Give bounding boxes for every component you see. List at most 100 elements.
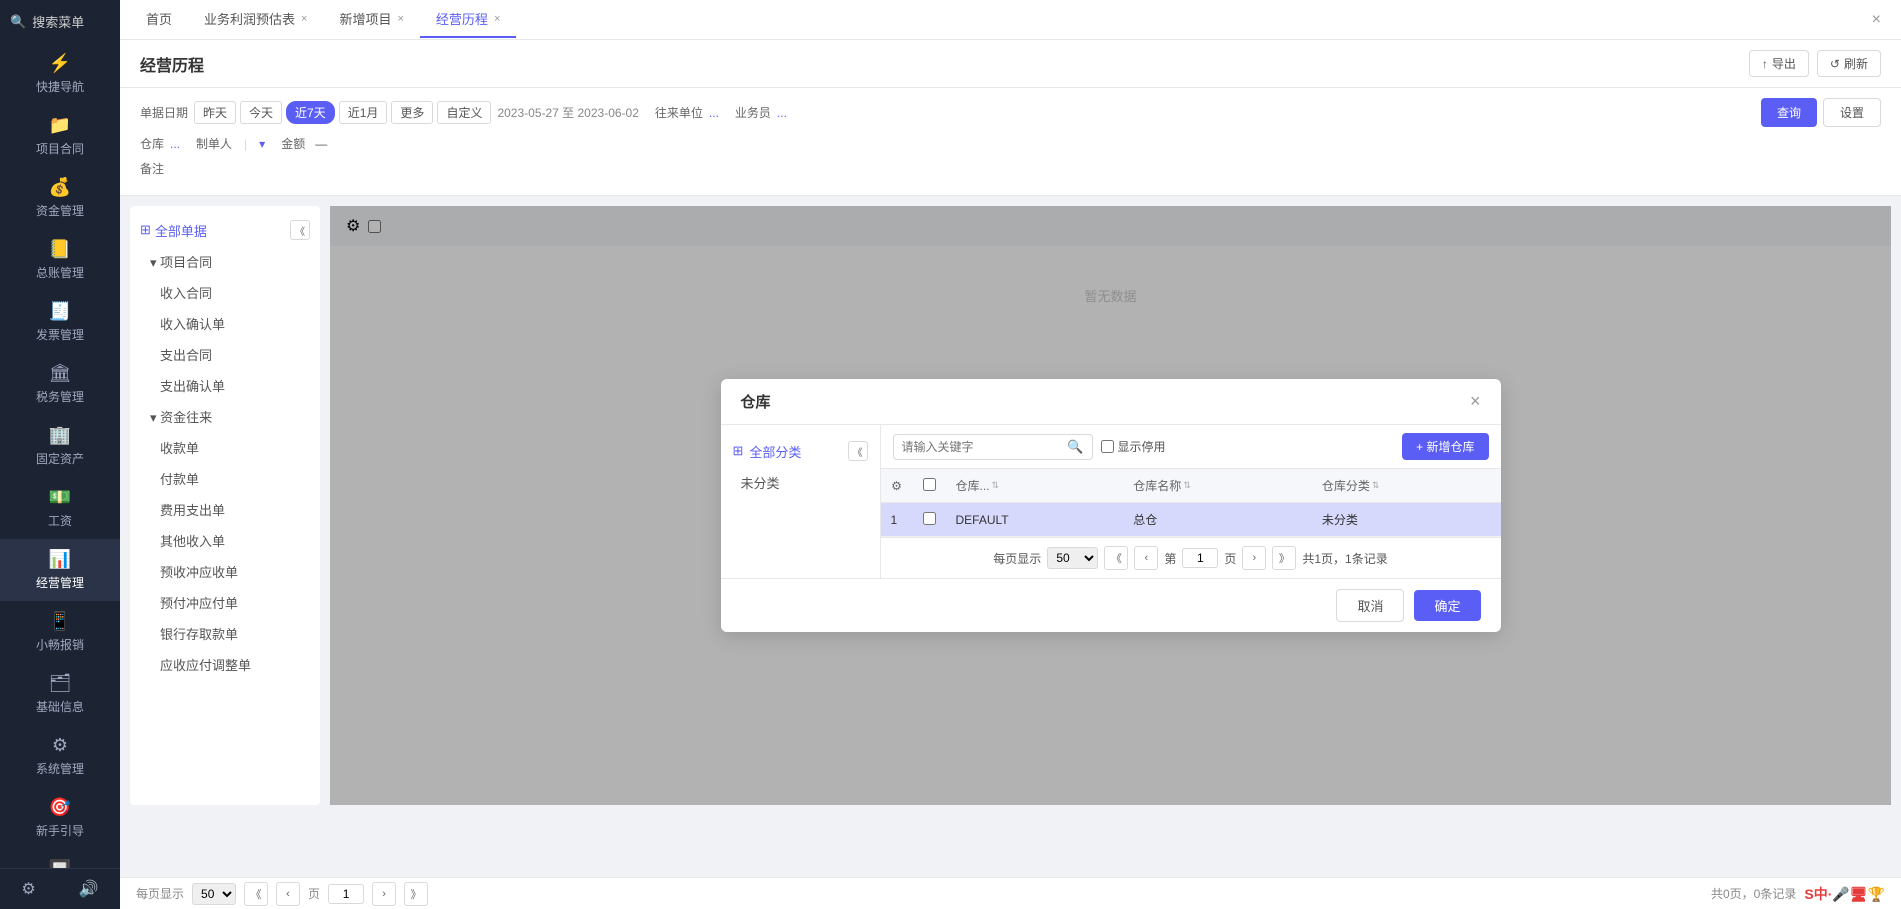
modal-collapse-button[interactable]: 《 — [848, 441, 868, 461]
quick-nav-icon: ⚡ — [49, 53, 71, 74]
bill-item-expense-bill[interactable]: 费用支出单 — [130, 494, 320, 525]
sidebar-item-marketing[interactable]: 📱 小畅报销 — [0, 601, 120, 663]
bill-item-income-confirm[interactable]: 收入确认单 — [130, 308, 320, 339]
sidebar-item-fixed[interactable]: 🏢 固定资产 — [0, 415, 120, 477]
add-warehouse-button[interactable]: + 新增仓库 — [1402, 433, 1488, 460]
bill-item-receipt[interactable]: 收款单 — [130, 432, 320, 463]
bill-item-fund-flow[interactable]: ▾ 资金往来 — [130, 401, 320, 432]
gear-icon-th[interactable]: ⚙ — [891, 479, 902, 493]
date-btn-yesterday[interactable]: 昨天 — [194, 101, 236, 124]
all-bills-header[interactable]: ⊞ 全部单据 《 — [130, 214, 320, 246]
first-page-button[interactable]: 《 — [1104, 546, 1128, 570]
sidebar-item-basic[interactable]: 🗂 基础信息 — [0, 663, 120, 725]
sidebar-item-quick-nav[interactable]: ⚡ 快捷导航 — [0, 43, 120, 105]
sidebar-item-operations[interactable]: 📊 经营管理 — [0, 539, 120, 601]
bill-item-other-income[interactable]: 其他收入单 — [130, 525, 320, 556]
filter-row-2: 仓库 ... 制单人 | ▾ 金额 — — [140, 135, 1881, 152]
warehouse-ellipsis[interactable]: ... — [170, 137, 180, 151]
bill-item-project-contract[interactable]: ▾ 项目合同 — [130, 246, 320, 277]
page-number-input[interactable] — [1182, 548, 1218, 568]
sidebar-item-fund[interactable]: 💰 资金管理 — [0, 167, 120, 229]
tab-new-project[interactable]: 新增项目 × — [323, 1, 419, 38]
tab-new-project-close[interactable]: × — [397, 13, 403, 25]
per-page-select[interactable]: 10 20 50 100 — [1047, 547, 1098, 569]
bill-item-expense-confirm[interactable]: 支出确认单 — [130, 370, 320, 401]
th-category: 仓库分类 ⇅ — [1312, 469, 1501, 503]
bill-item-expense-contract[interactable]: 支出合同 — [130, 339, 320, 370]
th-code: 仓库... ⇅ — [946, 469, 1124, 503]
sidebar-item-system[interactable]: ⚙ 系统管理 — [0, 725, 120, 787]
sidebar-item-ledger[interactable]: 📒 总账管理 — [0, 229, 120, 291]
sidebar-search-label: 搜索菜单 — [32, 12, 84, 31]
sidebar-search[interactable]: 🔍 搜索菜单 — [0, 0, 120, 43]
modal-left-header[interactable]: ⊞ 全部分类 《 — [721, 435, 880, 467]
status-last-page[interactable]: 》 — [404, 882, 428, 906]
select-all-table-checkbox[interactable] — [923, 478, 936, 491]
bill-item-adjustment[interactable]: 应收应付调整单 — [130, 649, 320, 680]
prev-page-button[interactable]: ‹ — [1134, 546, 1158, 570]
sort-icon-category[interactable]: ⇅ — [1372, 480, 1380, 491]
sidebar-item-project[interactable]: 📁 项目合同 — [0, 105, 120, 167]
bill-item-payment[interactable]: 付款单 — [130, 463, 320, 494]
date-btn-1month[interactable]: 近1月 — [339, 101, 388, 124]
date-btn-today[interactable]: 今天 — [240, 101, 282, 124]
sort-icon-name[interactable]: ⇅ — [1183, 480, 1191, 491]
tab-profit-close[interactable]: × — [301, 13, 307, 25]
cancel-button[interactable]: 取消 — [1336, 589, 1404, 622]
date-btn-7days[interactable]: 近7天 — [286, 101, 335, 124]
status-total-label: 共0页，0条记录 — [1711, 885, 1796, 902]
date-btn-more[interactable]: 更多 — [391, 101, 433, 124]
status-per-page-select[interactable]: 50 — [192, 883, 236, 905]
tab-home[interactable]: 首页 — [130, 1, 188, 38]
settings-bottom-icon[interactable]: ⚙ — [21, 879, 35, 899]
show-disabled-checkbox[interactable] — [1101, 440, 1114, 453]
bill-item-advance-pay[interactable]: 预付冲应付单 — [130, 587, 320, 618]
row-checkbox-cell — [913, 503, 946, 537]
tab-operations-history-close[interactable]: × — [494, 13, 500, 25]
fixed-icon: 🏢 — [49, 425, 71, 446]
date-btn-custom[interactable]: 自定义 — [437, 101, 491, 124]
bill-item-advance-recv[interactable]: 预收冲应收单 — [130, 556, 320, 587]
counterparty-ellipsis[interactable]: ... — [709, 106, 719, 120]
last-page-button[interactable]: 》 — [1272, 546, 1296, 570]
query-button[interactable]: 查询 — [1761, 98, 1817, 127]
sound-bottom-icon[interactable]: 🔊 — [79, 879, 99, 899]
sidebar-item-payroll[interactable]: 💵 工资 — [0, 477, 120, 539]
sidebar-item-invoice[interactable]: 🧾 发票管理 — [0, 291, 120, 353]
sidebar-item-tax[interactable]: 🏛 税务管理 — [0, 353, 120, 415]
tab-profit[interactable]: 业务利润预估表 × — [188, 1, 323, 38]
export-button[interactable]: ↑ 导出 — [1749, 50, 1809, 77]
sidebar-item-apps[interactable]: 🔲 应用中心 — [0, 849, 120, 868]
creator-dropdown[interactable]: ▾ — [259, 137, 265, 151]
window-close-icon[interactable]: × — [1862, 11, 1891, 29]
th-name: 仓库名称 ⇅ — [1123, 469, 1312, 503]
refresh-button[interactable]: ↺ 刷新 — [1817, 50, 1881, 77]
date-filter: 单据日期 昨天 今天 近7天 近1月 更多 自定义 2023-05-27 至 2… — [140, 101, 639, 124]
sidebar-item-guide[interactable]: 🎯 新手引导 — [0, 787, 120, 849]
row-checkbox[interactable] — [923, 512, 936, 525]
category-unclassified[interactable]: 未分类 — [721, 467, 880, 498]
sidebar-item-label: 小畅报销 — [36, 636, 84, 653]
bill-item-income-contract[interactable]: 收入合同 — [130, 277, 320, 308]
status-per-page-label: 每页显示 — [136, 885, 184, 902]
search-input[interactable] — [902, 440, 1064, 454]
sort-icon-code[interactable]: ⇅ — [992, 480, 1000, 491]
bill-type-panel: ⊞ 全部单据 《 ▾ 项目合同 收入合同 收入确认单 支出合同 支出确认单 ▾ … — [130, 206, 320, 805]
table-row[interactable]: 1 DEFAULT 总仓 未分类 — [881, 503, 1501, 537]
counterparty-filter: 往来单位 ... — [655, 104, 719, 121]
next-page-button[interactable]: › — [1242, 546, 1266, 570]
settings-button[interactable]: 设置 — [1823, 98, 1881, 127]
status-next-page[interactable]: › — [372, 882, 396, 906]
all-category-label: 全部分类 — [749, 442, 801, 461]
confirm-button[interactable]: 确定 — [1414, 590, 1480, 621]
status-first-page[interactable]: 《 — [244, 882, 268, 906]
page-actions: ↑ 导出 ↺ 刷新 — [1749, 50, 1881, 77]
modal-close-button[interactable]: × — [1470, 391, 1481, 412]
status-page-input[interactable] — [328, 884, 364, 904]
collapse-button[interactable]: 《 — [290, 220, 310, 240]
status-prev-page[interactable]: ‹ — [276, 882, 300, 906]
bill-item-bank[interactable]: 银行存取款单 — [130, 618, 320, 649]
show-disabled-label[interactable]: 显示停用 — [1101, 438, 1166, 455]
staff-ellipsis[interactable]: ... — [777, 106, 787, 120]
tab-operations-history[interactable]: 经营历程 × — [420, 1, 516, 38]
